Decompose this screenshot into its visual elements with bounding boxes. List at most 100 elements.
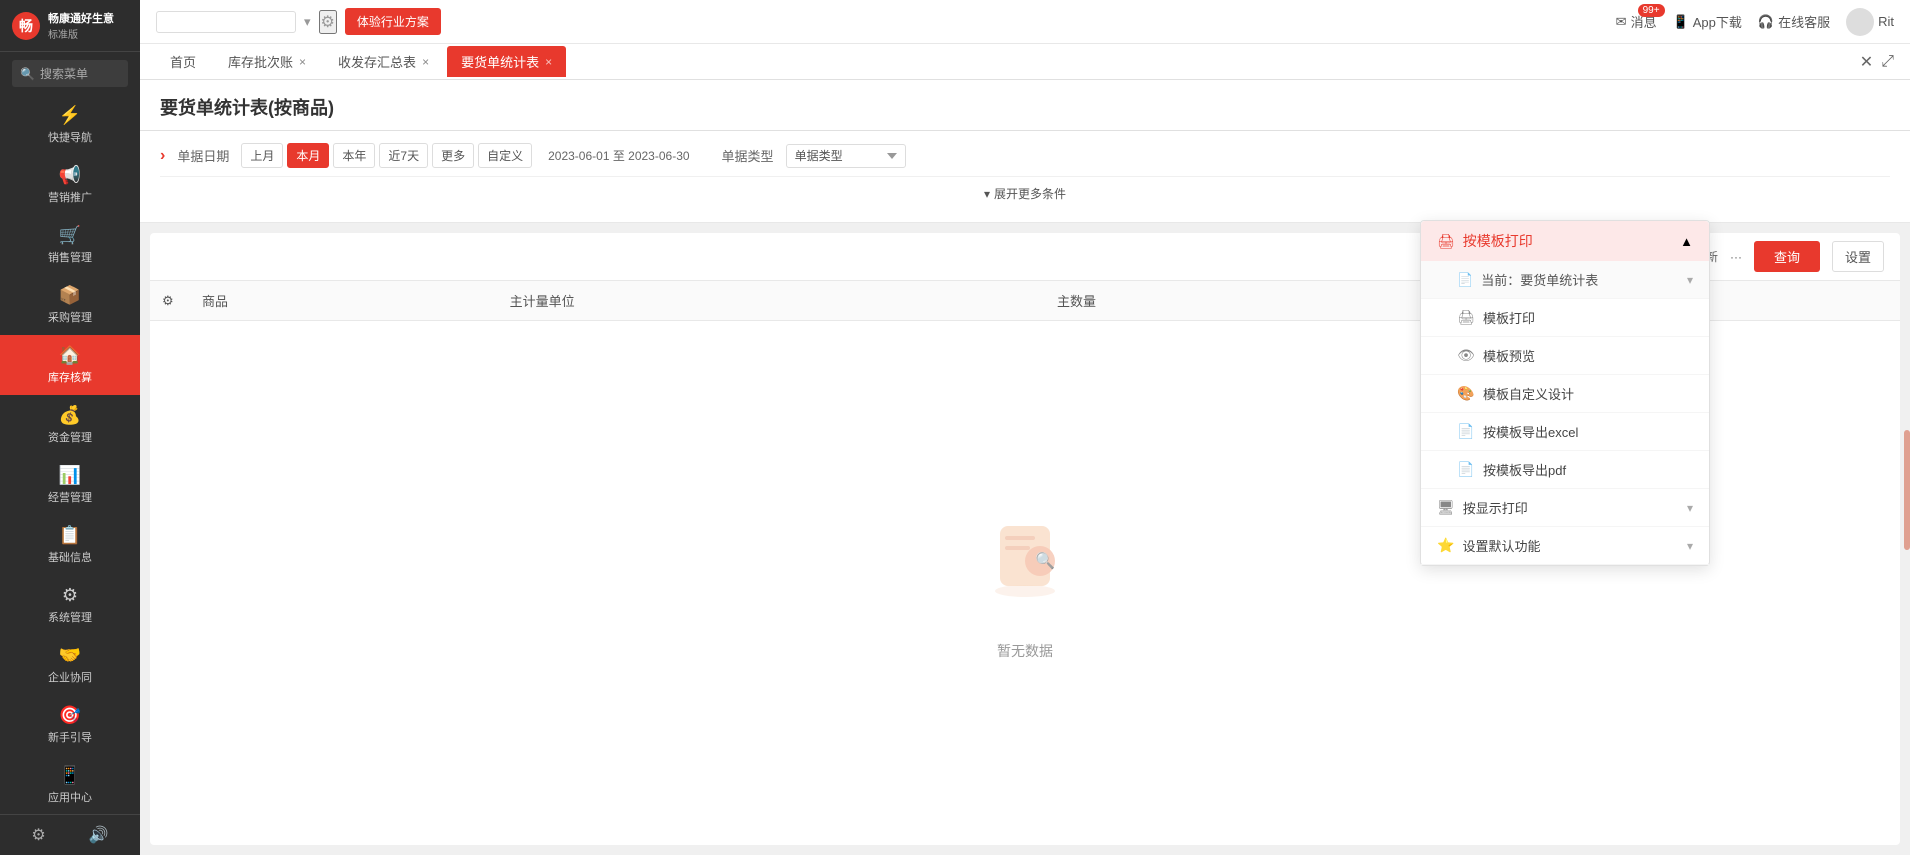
dropdown-header[interactable]: 🖨 按模板打印 ▲	[1421, 221, 1709, 261]
corp-label: 企业协同	[48, 669, 92, 685]
sidebar-item-apps[interactable]: 📱 应用中心	[0, 755, 140, 814]
tab-collect-summary-close[interactable]: ×	[422, 55, 429, 69]
home-label: 首页	[170, 52, 196, 71]
template-preview-label: 模板预览	[1483, 346, 1535, 365]
tab-bar: 首页 库存批次账 × 收发存汇总表 × 要货单统计表 × ✕ ⤢	[140, 44, 1910, 80]
dropdown-current-template[interactable]: 📄 当前：要货单统计表 ▾	[1421, 261, 1709, 299]
settings-button[interactable]: 设置	[1832, 241, 1884, 272]
sidebar-nav: ⚡ 快捷导航 📢 营销推广 🛒 销售管理 📦 采购管理 🏠 库存核算 💰 资金管…	[0, 95, 140, 814]
system-icon: ⚙	[62, 585, 78, 606]
guide-label: 新手引导	[48, 729, 92, 745]
logo-icon: 畅	[12, 12, 40, 40]
col-settings: ⚙	[150, 281, 190, 321]
sidebar-item-basic[interactable]: 📋 基础信息	[0, 515, 140, 575]
operation-label: 经营管理	[48, 489, 92, 505]
print-dropdown-panel: 🖨 按模板打印 ▲ 📄 当前：要货单统计表 ▾ 🖨 模板打印 👁	[1420, 220, 1710, 566]
messages-button[interactable]: ✉ 消息 99+	[1616, 12, 1657, 31]
sidebar-item-system[interactable]: ⚙ 系统管理	[0, 575, 140, 635]
sidebar-bottom: ⚙ 🔊	[0, 814, 140, 855]
date-label: 单据日期	[177, 146, 229, 165]
set-default-left: ⭐ 设置默认功能	[1437, 536, 1540, 555]
set-default-label: 设置默认功能	[1462, 536, 1540, 555]
finance-label: 资金管理	[48, 429, 92, 445]
dropdown-collapse-icon[interactable]: ▲	[1680, 234, 1693, 249]
more-actions-button[interactable]: ···	[1730, 250, 1742, 264]
dropdown-display-print[interactable]: 🖥 按显示打印 ▾	[1421, 489, 1709, 527]
filter-row-1: › 单据日期 上月 本月 本年 近7天 更多 自定义 2023-06-01 至 …	[160, 143, 1890, 168]
sidebar-item-corp[interactable]: 🤝 企业协同	[0, 635, 140, 695]
template-design-label: 模板自定义设计	[1483, 384, 1574, 403]
tab-home[interactable]: 首页	[156, 46, 210, 77]
this-year-button[interactable]: 本年	[333, 143, 375, 168]
guide-icon: 🎯	[59, 705, 81, 726]
sidebar-item-finance[interactable]: 💰 资金管理	[0, 395, 140, 455]
tab-collect-summary[interactable]: 收发存汇总表 ×	[324, 46, 443, 77]
tab-expand-button[interactable]: ⤢	[1881, 52, 1894, 72]
user-name: Rit	[1878, 14, 1894, 29]
expand-more-icon: ▾	[984, 187, 990, 201]
speaker-bottom-button[interactable]: 🔊	[89, 825, 109, 845]
dropdown-header-left: 🖨 按模板打印	[1437, 231, 1533, 251]
topbar: ▾ ⚙ 体验行业方案 ✉ 消息 99+ 📱 App下载 🎧 在线客服 Rit	[140, 0, 1910, 44]
col-qty: 主数量	[1045, 281, 1433, 321]
tab-inventory-batch-label: 库存批次账	[228, 52, 293, 71]
export-excel-label: 按模板导出excel	[1483, 422, 1578, 441]
settings-bottom-button[interactable]: ⚙	[31, 825, 45, 845]
tab-inventory-batch-close[interactable]: ×	[299, 55, 306, 69]
query-button[interactable]: 查询	[1754, 241, 1820, 272]
app-badge: 标准版	[48, 26, 114, 41]
order-type-select[interactable]: 单据类型	[786, 144, 906, 168]
dropdown-export-excel[interactable]: 📄 按模板导出excel	[1421, 413, 1709, 451]
dropdown-template-preview[interactable]: 👁 模板预览	[1421, 337, 1709, 375]
col-settings-icon[interactable]: ⚙	[162, 293, 174, 308]
sidebar-item-inventory[interactable]: 🏠 库存核算	[0, 335, 140, 395]
page-header: 要货单统计表(按商品)	[140, 80, 1910, 131]
tab-close-all-button[interactable]: ✕	[1860, 52, 1873, 72]
sidebar-item-guide[interactable]: 🎯 新手引导	[0, 695, 140, 755]
expand-more-label: 展开更多条件	[994, 185, 1066, 202]
user-avatar-area[interactable]: Rit	[1846, 8, 1894, 36]
current-template-label: 当前：要货单统计表	[1481, 270, 1598, 289]
inventory-label: 库存核算	[48, 369, 92, 385]
tab-inventory-batch[interactable]: 库存批次账 ×	[214, 46, 320, 77]
expand-more-area[interactable]: ▾ 展开更多条件	[160, 176, 1890, 210]
service-icon: 🎧	[1758, 14, 1774, 30]
export-pdf-label: 按模板导出pdf	[1483, 460, 1566, 479]
set-default-chevron: ▾	[1687, 539, 1693, 553]
quick-label: 快捷导航	[48, 129, 92, 145]
dropdown-title: 按模板打印	[1463, 231, 1533, 251]
dropdown-header-right: ▲	[1680, 234, 1693, 249]
logo-text-block: 畅康通好生意 标准版	[48, 10, 114, 41]
dropdown-export-pdf[interactable]: 📄 按模板导出pdf	[1421, 451, 1709, 489]
search-menu-button[interactable]: 🔍 搜索菜单	[12, 60, 128, 87]
more-button[interactable]: 更多	[432, 143, 474, 168]
online-service-button[interactable]: 🎧 在线客服	[1758, 12, 1830, 31]
main-area: ▾ ⚙ 体验行业方案 ✉ 消息 99+ 📱 App下载 🎧 在线客服 Rit	[140, 0, 1910, 855]
content-area: 要货单统计表(按商品) › 单据日期 上月 本月 本年 近7天 更多 自定义 2…	[140, 80, 1910, 855]
last7-button[interactable]: 近7天	[379, 143, 428, 168]
custom-button[interactable]: 自定义	[478, 143, 532, 168]
this-month-button[interactable]: 本月	[287, 143, 329, 168]
tab-order-stats-close[interactable]: ×	[545, 55, 552, 69]
tab-order-stats[interactable]: 要货单统计表 ×	[447, 46, 566, 77]
display-print-label: 按显示打印	[1463, 498, 1528, 517]
sidebar-item-quick[interactable]: ⚡ 快捷导航	[0, 95, 140, 155]
sidebar-search-area: 🔍 搜索菜单	[0, 52, 140, 95]
trial-plan-button[interactable]: 体验行业方案	[345, 8, 441, 35]
export-excel-icon: 📄	[1457, 423, 1475, 440]
sidebar-item-marketing[interactable]: 📢 营销推广	[0, 155, 140, 215]
dropdown-set-default[interactable]: ⭐ 设置默认功能 ▾	[1421, 527, 1709, 565]
dropdown-template-print[interactable]: 🖨 模板打印	[1421, 299, 1709, 337]
filter-toggle-button[interactable]: ›	[160, 147, 165, 165]
topbar-gear-button[interactable]: ⚙	[319, 10, 337, 34]
app-download-button[interactable]: 📱 App下载	[1673, 12, 1742, 31]
sidebar-item-purchase[interactable]: 📦 采购管理	[0, 275, 140, 335]
quick-icon: ⚡	[59, 105, 81, 126]
sidebar-item-sales[interactable]: 🛒 销售管理	[0, 215, 140, 275]
dropdown-template-design[interactable]: 🎨 模板自定义设计	[1421, 375, 1709, 413]
topbar-dropdown-arrow[interactable]: ▾	[304, 14, 311, 30]
purchase-icon: 📦	[59, 285, 81, 306]
last-month-button[interactable]: 上月	[241, 143, 283, 168]
sidebar-item-operation[interactable]: 📊 经营管理	[0, 455, 140, 515]
topbar-search-input[interactable]	[156, 11, 296, 33]
